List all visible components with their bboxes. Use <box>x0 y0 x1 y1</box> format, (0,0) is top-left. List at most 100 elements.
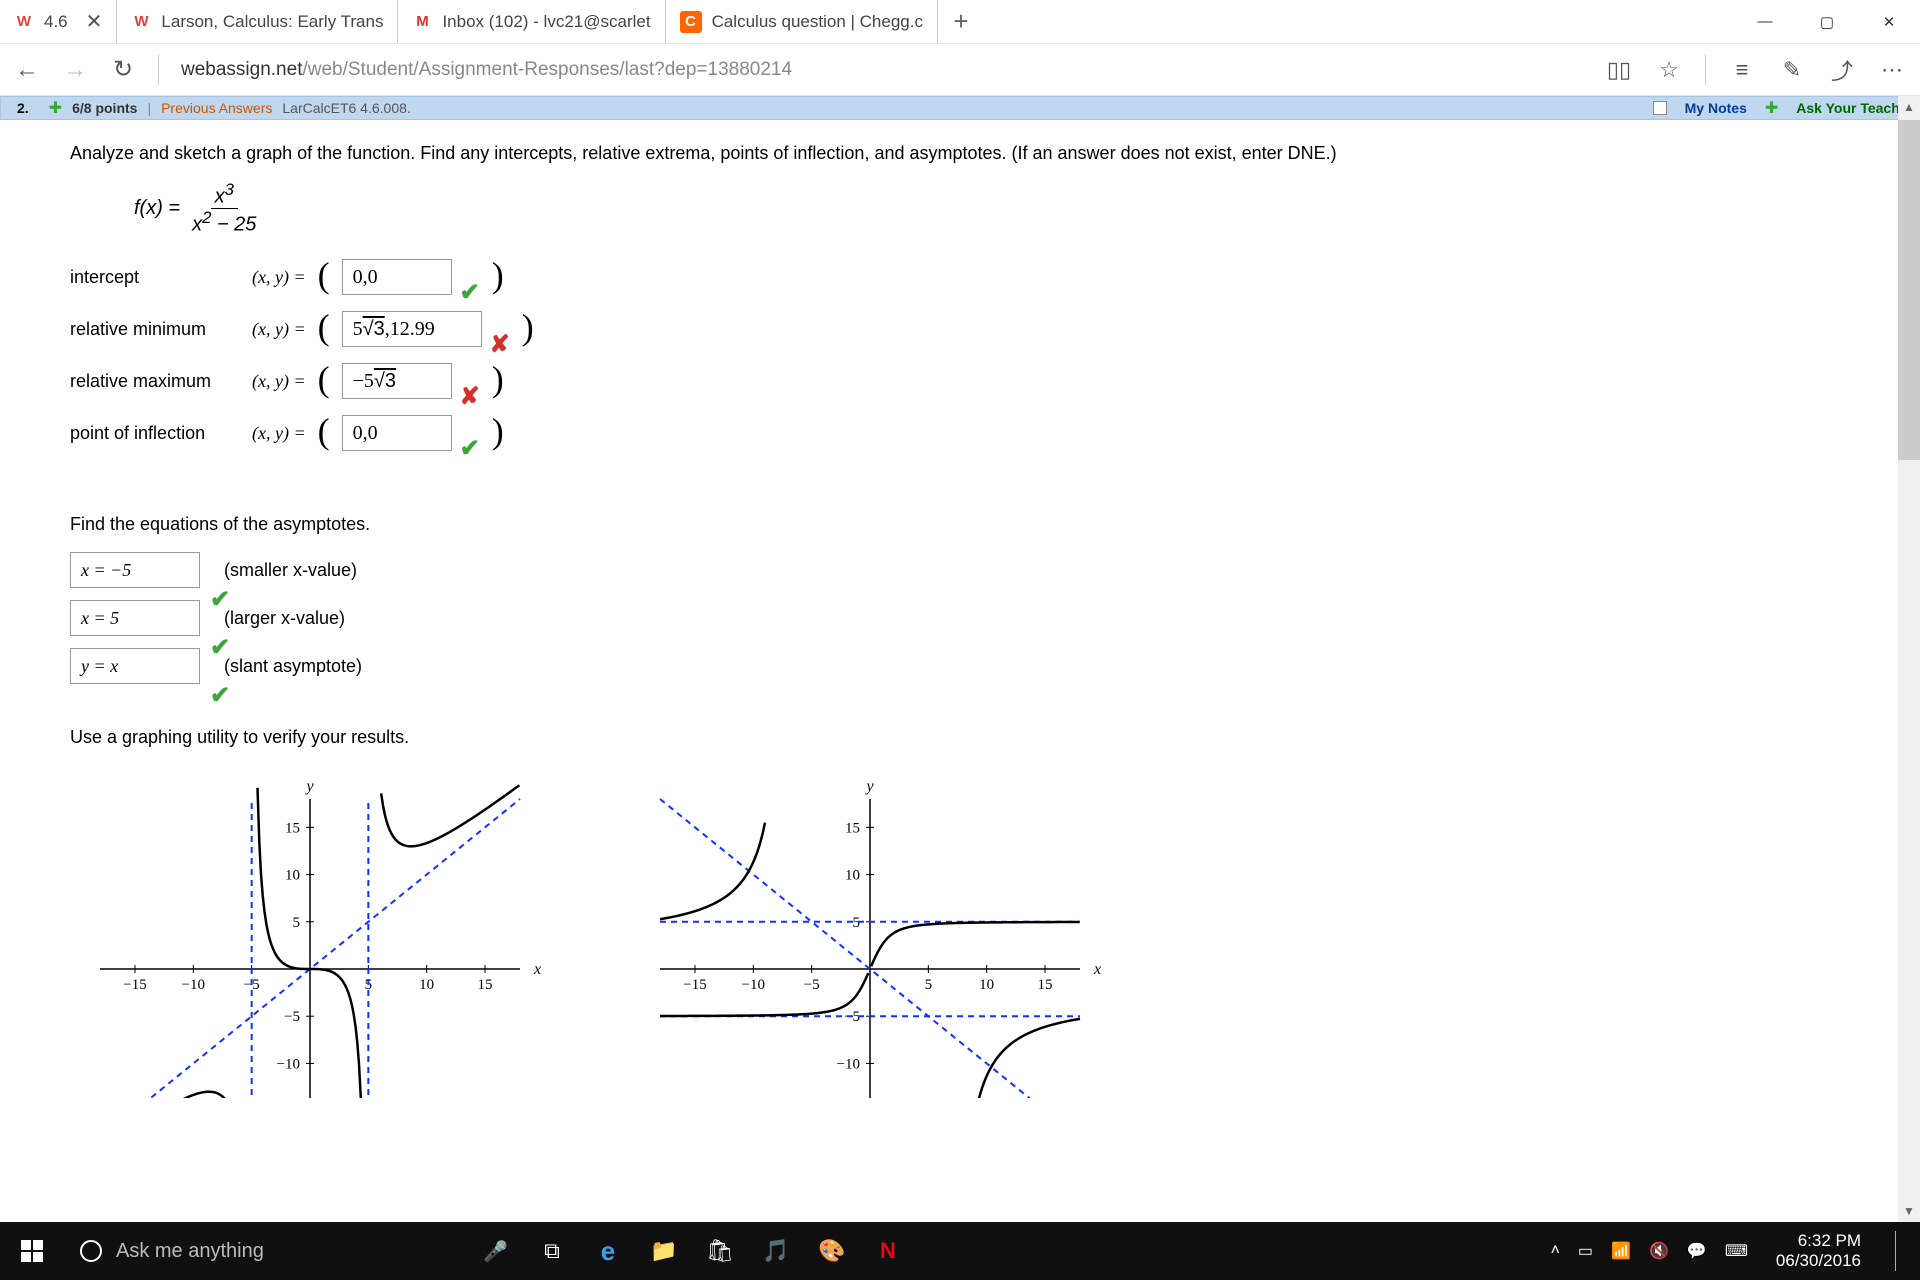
inflect-input[interactable]: 0,0 <box>342 415 452 451</box>
tab-icon: W <box>14 12 34 32</box>
graph-1-svg: −15−10−551015−15−10−551015xy <box>70 769 550 1098</box>
svg-text:15: 15 <box>1038 977 1053 993</box>
graph-prompt: Use a graphing utility to verify your re… <box>70 724 1850 751</box>
previous-answers-link[interactable]: Previous Answers <box>161 100 272 116</box>
close-icon[interactable]: ✕ <box>86 9 103 34</box>
favorite-icon[interactable]: ☆ <box>1655 56 1683 84</box>
svg-text:15: 15 <box>845 821 860 837</box>
divider <box>158 55 159 85</box>
store-icon[interactable]: 🛍 <box>692 1222 748 1280</box>
tab-label: Inbox (102) - lvc21@scarlet <box>442 12 650 32</box>
asym-row-1: x = 5 ✔ (larger x-value) <box>70 600 1850 636</box>
tab-icon: C <box>680 11 702 33</box>
refresh-button[interactable]: ↻ <box>110 57 136 83</box>
graph-2-svg: −15−10−551015−15−10−551015xy <box>630 769 1110 1098</box>
url-host: webassign.net <box>181 59 302 80</box>
fx-numerator: x3 <box>211 181 238 209</box>
maximize-button[interactable]: ▢ <box>1796 0 1858 43</box>
url-path: /web/Student/Assignment-Responses/last?d… <box>302 59 792 80</box>
svg-text:y: y <box>864 778 874 795</box>
svg-text:−10: −10 <box>277 1057 300 1073</box>
svg-text:x: x <box>1093 961 1101 978</box>
volume-icon[interactable]: 🔇 <box>1649 1241 1669 1261</box>
note-icon[interactable]: ✎ <box>1778 56 1806 84</box>
relmin-input[interactable]: 5√3 ,12.99 <box>342 311 482 347</box>
close-window-button[interactable]: ✕ <box>1858 0 1920 43</box>
back-button[interactable]: ← <box>14 57 40 83</box>
scroll-thumb[interactable] <box>1898 120 1920 460</box>
asymptote-prompt: Find the equations of the asymptotes. <box>70 511 1850 538</box>
check-icon: ✔ <box>460 431 480 467</box>
netflix-icon[interactable]: N <box>860 1222 916 1280</box>
row-label: intercept <box>70 264 240 291</box>
asym-desc: (slant asymptote) <box>224 653 362 680</box>
scroll-up-icon[interactable]: ▲ <box>1898 96 1920 118</box>
minimize-button[interactable]: — <box>1734 0 1796 43</box>
battery-icon[interactable]: ▭ <box>1578 1241 1593 1261</box>
task-view-icon[interactable]: ⧉ <box>524 1222 580 1280</box>
my-notes-link[interactable]: My Notes <box>1685 100 1747 116</box>
hub-icon[interactable]: ≡ <box>1728 56 1756 84</box>
svg-text:−5: −5 <box>804 977 820 993</box>
xy-equals: (x, y) = <box>252 420 306 447</box>
cortana-search[interactable]: Ask me anything 🎤 <box>64 1222 524 1280</box>
plus-icon: ✚ <box>1765 98 1778 118</box>
tab-3[interactable]: C Calculus question | Chegg.c <box>666 0 938 43</box>
question-statement: Analyze and sketch a graph of the functi… <box>70 140 1850 167</box>
tab-0[interactable]: W 4.6 ✕ <box>0 0 117 43</box>
tray-up-icon[interactable]: ˄ <box>1551 1242 1560 1260</box>
x-icon: ✘ <box>490 327 510 363</box>
relmax-input[interactable]: −5√3 <box>342 363 452 399</box>
reading-view-icon[interactable]: ▯▯ <box>1605 56 1633 84</box>
asym-desc: (smaller x-value) <box>224 557 357 584</box>
checkbox-icon[interactable] <box>1653 101 1667 115</box>
ask-teacher-link[interactable]: Ask Your Teacher <box>1796 100 1913 116</box>
divider <box>1705 55 1706 85</box>
explorer-icon[interactable]: 📁 <box>636 1222 692 1280</box>
edge-icon[interactable]: e <box>580 1222 636 1280</box>
tab-label: 4.6 <box>44 12 68 32</box>
svg-text:−15: −15 <box>683 977 706 993</box>
window-controls: — ▢ ✕ <box>1734 0 1920 43</box>
share-icon[interactable]: ⤴ <box>1828 56 1856 84</box>
asym-input-1[interactable]: x = 5 <box>70 600 200 636</box>
svg-text:10: 10 <box>285 868 300 884</box>
url-input[interactable]: webassign.net/web/Student/Assignment-Res… <box>181 59 1583 81</box>
new-tab-button[interactable]: + <box>938 0 984 43</box>
svg-text:5: 5 <box>293 915 301 931</box>
forward-button[interactable]: → <box>62 57 88 83</box>
paint-icon[interactable]: 🎨 <box>804 1222 860 1280</box>
notifications-icon[interactable]: 💬 <box>1687 1241 1707 1261</box>
asym-input-0[interactable]: x = −5 <box>70 552 200 588</box>
tab-2[interactable]: M Inbox (102) - lvc21@scarlet <box>398 0 665 43</box>
keyboard-icon[interactable]: ⌨ <box>1725 1241 1748 1261</box>
xy-equals: (x, y) = <box>252 264 306 291</box>
graph-option-1[interactable]: −15−10−551015−15−10−551015xy <box>70 769 550 1098</box>
start-button[interactable] <box>0 1239 64 1263</box>
browser-titlebar: W 4.6 ✕ W Larson, Calculus: Early Trans … <box>0 0 1920 44</box>
intercept-row: intercept (x, y) = ( 0,0 ✔ ) <box>70 259 1850 295</box>
clock-date: 06/30/2016 <box>1776 1251 1861 1271</box>
windows-taskbar: Ask me anything 🎤 ⧉ e 📁 🛍 🎵 🎨 N ˄ ▭ 📶 🔇 … <box>0 1222 1920 1280</box>
intercept-input[interactable]: 0,0 <box>342 259 452 295</box>
wifi-icon[interactable]: 📶 <box>1611 1241 1631 1261</box>
itunes-icon[interactable]: 🎵 <box>748 1222 804 1280</box>
row-label: relative maximum <box>70 368 240 395</box>
taskbar-clock[interactable]: 6:32 PM 06/30/2016 <box>1766 1231 1871 1272</box>
vertical-scrollbar[interactable]: ▲ ▼ <box>1898 96 1920 1222</box>
function-equation: f(x) = x3 x2 − 25 <box>134 181 1850 235</box>
question-ref: LarCalcET6 4.6.008. <box>282 100 410 116</box>
graph-choices: −15−10−551015−15−10−551015xy −15−10−5510… <box>70 769 1850 1098</box>
asym-input-2[interactable]: y = x <box>70 648 200 684</box>
mic-icon[interactable]: 🎤 <box>483 1239 508 1264</box>
xy-equals: (x, y) = <box>252 316 306 343</box>
question-points: 6/8 points <box>72 100 137 116</box>
more-icon[interactable]: ⋯ <box>1878 56 1906 84</box>
search-placeholder: Ask me anything <box>116 1240 264 1263</box>
x-icon: ✘ <box>460 379 480 415</box>
divider <box>1895 1231 1896 1271</box>
graph-option-2[interactable]: −15−10−551015−15−10−551015xy <box>630 769 1110 1098</box>
scroll-down-icon[interactable]: ▼ <box>1898 1200 1920 1222</box>
tab-1[interactable]: W Larson, Calculus: Early Trans <box>117 0 398 43</box>
check-icon: ✔ <box>460 275 480 311</box>
